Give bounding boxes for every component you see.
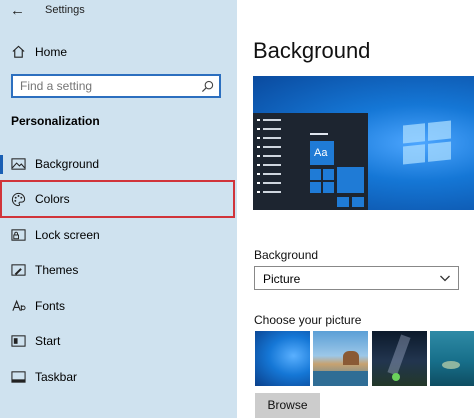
background-type-label: Background	[254, 248, 319, 262]
windows-logo-icon	[403, 120, 451, 165]
sidebar-item-label: Background	[35, 157, 100, 171]
lock-screen-icon	[11, 229, 26, 241]
background-type-dropdown[interactable]: Picture	[254, 266, 459, 290]
background-icon	[11, 158, 26, 170]
sidebar-item-themes[interactable]: Themes	[0, 254, 237, 286]
sidebar-item-start[interactable]: Start	[0, 325, 237, 357]
window-title: Settings	[45, 4, 85, 16]
picture-thumbnail-windows[interactable]	[255, 331, 310, 386]
sidebar-item-taskbar[interactable]: Taskbar	[0, 361, 237, 393]
picture-thumbnail-beach[interactable]	[313, 331, 368, 386]
title-bar: ← Settings	[0, 0, 237, 24]
start-icon	[11, 335, 26, 347]
sidebar-item-label: Fonts	[35, 299, 66, 313]
back-arrow-icon[interactable]: ←	[10, 2, 25, 19]
dropdown-value: Picture	[263, 272, 301, 286]
search-input[interactable]	[20, 79, 190, 93]
tile-text: Aa	[314, 147, 328, 159]
sidebar-item-label: Start	[35, 334, 61, 348]
brush-icon	[11, 264, 26, 276]
font-icon	[12, 299, 26, 311]
sidebar-item-label: Themes	[35, 263, 79, 277]
sidebar-item-label: Lock screen	[35, 228, 100, 242]
taskbar-icon	[11, 371, 26, 383]
picture-thumbnail-night-sky[interactable]	[372, 331, 427, 386]
page-title: Background	[253, 38, 371, 63]
sidebar-item-lock-screen[interactable]: Lock screen	[0, 219, 237, 251]
search-box[interactable]	[11, 74, 221, 98]
picture-thumbnail-underwater[interactable]	[430, 331, 474, 386]
home-icon	[12, 45, 25, 58]
search-icon[interactable]	[201, 80, 214, 93]
section-heading: Personalization	[11, 114, 100, 128]
sidebar-item-background[interactable]: Background	[0, 148, 237, 180]
sidebar-item-label: Taskbar	[35, 370, 78, 384]
choose-picture-label: Choose your picture	[254, 313, 362, 327]
selected-indicator	[0, 155, 3, 174]
browse-button[interactable]: Browse	[255, 393, 320, 418]
home-link[interactable]: Home	[0, 40, 237, 64]
background-preview: Aa	[253, 76, 474, 210]
home-label: Home	[35, 45, 68, 59]
sidebar-item-fonts[interactable]: Fonts	[0, 290, 237, 322]
highlight-box	[0, 180, 235, 218]
chevron-down-icon	[440, 275, 450, 282]
start-menu-preview: Aa	[253, 113, 368, 210]
